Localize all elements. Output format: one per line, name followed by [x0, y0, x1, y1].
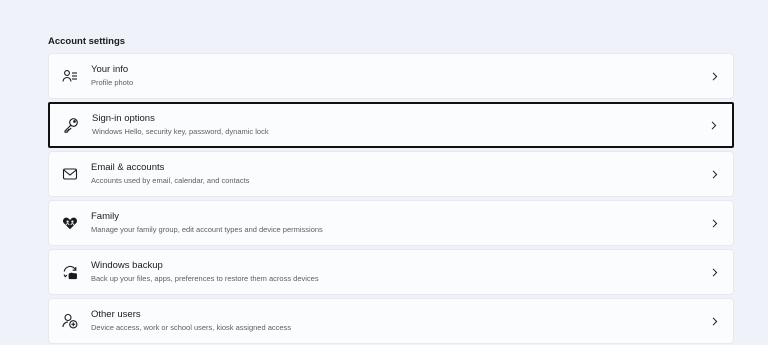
settings-item-title: Your info: [91, 64, 129, 75]
chevron-right-icon: [711, 267, 719, 277]
chevron-right-icon: [711, 218, 719, 228]
settings-item-text: Family Manage your family group, edit ac…: [91, 211, 323, 235]
settings-item-title: Sign-in options: [92, 113, 155, 124]
settings-item-subtitle: Windows Hello, security key, password, d…: [92, 127, 269, 136]
settings-item-windows-backup[interactable]: Windows backup Back up your files, apps,…: [48, 249, 734, 295]
chevron-right-icon: [711, 316, 719, 326]
settings-item-sign-in-options[interactable]: Sign-in options Windows Hello, security …: [48, 102, 734, 148]
person-list-icon: [61, 67, 79, 85]
settings-item-text: Sign-in options Windows Hello, security …: [92, 113, 269, 137]
mail-icon: [61, 165, 79, 183]
settings-item-subtitle: Manage your family group, edit account t…: [91, 225, 323, 234]
settings-item-title: Family: [91, 211, 119, 222]
settings-item-subtitle: Profile photo: [91, 78, 134, 87]
settings-item-title: Email & accounts: [91, 162, 165, 173]
person-add-icon: [61, 312, 79, 330]
settings-item-text: Email & accounts Accounts used by email,…: [91, 162, 249, 186]
settings-item-text: Other users Device access, work or schoo…: [91, 309, 291, 333]
settings-item-family[interactable]: Family Manage your family group, edit ac…: [48, 200, 734, 246]
settings-list: Your info Profile photo Sign-in options …: [48, 53, 734, 345]
settings-item-text: Windows backup Back up your files, apps,…: [91, 260, 319, 284]
settings-item-text: Your info Profile photo: [91, 64, 133, 88]
chevron-right-icon: [711, 169, 719, 179]
settings-item-subtitle: Back up your files, apps, preferences to…: [91, 274, 319, 283]
settings-page: Account settings Your info Profile photo: [0, 0, 768, 345]
settings-item-title: Other users: [91, 309, 141, 320]
backup-icon: [61, 263, 79, 281]
settings-item-subtitle: Device access, work or school users, kio…: [91, 323, 292, 332]
settings-item-subtitle: Accounts used by email, calendar, and co…: [91, 176, 250, 185]
settings-item-your-info[interactable]: Your info Profile photo: [48, 53, 734, 99]
heart-people-icon: [61, 214, 79, 232]
settings-item-email-accounts[interactable]: Email & accounts Accounts used by email,…: [48, 151, 734, 197]
settings-item-title: Windows backup: [91, 260, 163, 271]
chevron-right-icon: [710, 120, 718, 130]
key-icon: [62, 116, 80, 134]
chevron-right-icon: [711, 71, 719, 81]
section-title: Account settings: [48, 36, 126, 47]
settings-item-other-users[interactable]: Other users Device access, work or schoo…: [48, 298, 734, 344]
